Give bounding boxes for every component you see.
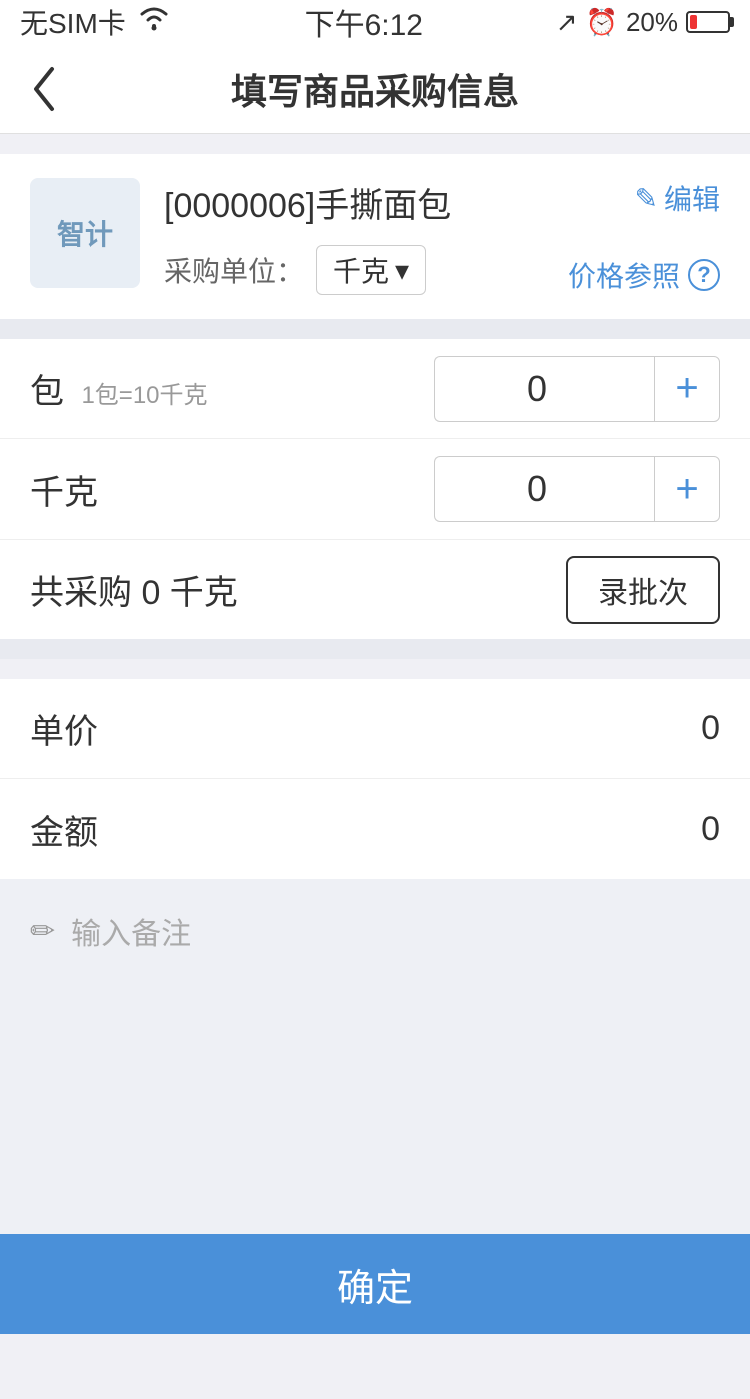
pencil-icon: ✏ (30, 914, 55, 949)
confirm-button[interactable]: 确定 (0, 1234, 750, 1334)
edit-icon: ✎ (635, 182, 658, 215)
amount-row: 金额 0 (0, 779, 750, 879)
remark-section[interactable]: ✏ 输入备注 (0, 879, 750, 1099)
sim-signal: 无SIM卡 (20, 2, 126, 42)
amount-label: 金额 (30, 805, 98, 854)
bag-sublabel: 1包=10千克 (81, 382, 207, 409)
alarm-icon: ⏰ (586, 7, 618, 38)
unit-price-value: 0 (701, 709, 720, 748)
amount-value: 0 (701, 810, 720, 849)
section-divider-2 (0, 639, 750, 659)
edit-button[interactable]: ✎ 编辑 (635, 178, 720, 218)
battery-percent: 20% (626, 7, 678, 38)
bag-quantity-input[interactable] (434, 356, 654, 422)
kg-input-wrap: + (434, 456, 720, 522)
section-divider-1 (0, 319, 750, 339)
summary-row: 共采购 0 千克 录批次 (0, 539, 750, 639)
edit-label: 编辑 (664, 178, 720, 218)
price-section: 单价 0 金额 0 (0, 679, 750, 879)
nav-bar: 填写商品采购信息 (0, 44, 750, 134)
bag-input-wrap: + (434, 356, 720, 422)
bag-plus-button[interactable]: + (654, 356, 720, 422)
location-icon: ↗ (556, 7, 578, 38)
status-time: 下午6:12 (305, 0, 423, 44)
input-section: 包 1包=10千克 + 千克 + (0, 339, 750, 539)
status-right: ↗ ⏰ 20% (556, 7, 730, 38)
product-thumbnail: 智计 (30, 178, 140, 288)
battery-icon (686, 11, 730, 33)
unit-label: 采购单位： (164, 250, 304, 290)
unit-price-row: 单价 0 (0, 679, 750, 779)
price-ref-label: 价格参照 (568, 255, 680, 295)
kg-plus-button[interactable]: + (654, 456, 720, 522)
bag-label: 包 1包=10千克 (30, 364, 434, 413)
summary-text: 共采购 0 千克 (30, 565, 238, 614)
record-batch-button[interactable]: 录批次 (566, 556, 720, 624)
kg-quantity-input[interactable] (434, 456, 654, 522)
chevron-down-icon: ▾ (395, 254, 409, 287)
page-title: 填写商品采购信息 (231, 63, 519, 115)
wifi-icon (136, 6, 172, 39)
unit-select[interactable]: 千克 ▾ (316, 245, 426, 295)
product-card: 智计 [0000006]手撕面包 采购单位： 千克 ▾ ✎ 编辑 价格参照 ? (0, 154, 750, 319)
confirm-label: 确定 (337, 1257, 413, 1312)
help-icon: ? (688, 259, 720, 291)
back-button[interactable] (30, 65, 58, 113)
remark-placeholder: 输入备注 (71, 909, 191, 953)
kg-input-row: 千克 + (0, 439, 750, 539)
remark-inner: ✏ 输入备注 (30, 909, 720, 953)
status-left: 无SIM卡 (20, 2, 172, 42)
bag-input-row: 包 1包=10千克 + (0, 339, 750, 439)
price-ref-button[interactable]: 价格参照 ? (568, 255, 720, 295)
status-bar: 无SIM卡 下午6:12 ↗ ⏰ 20% (0, 0, 750, 44)
unit-price-label: 单价 (30, 704, 98, 753)
kg-label: 千克 (30, 465, 434, 514)
unit-value: 千克 (333, 250, 389, 290)
